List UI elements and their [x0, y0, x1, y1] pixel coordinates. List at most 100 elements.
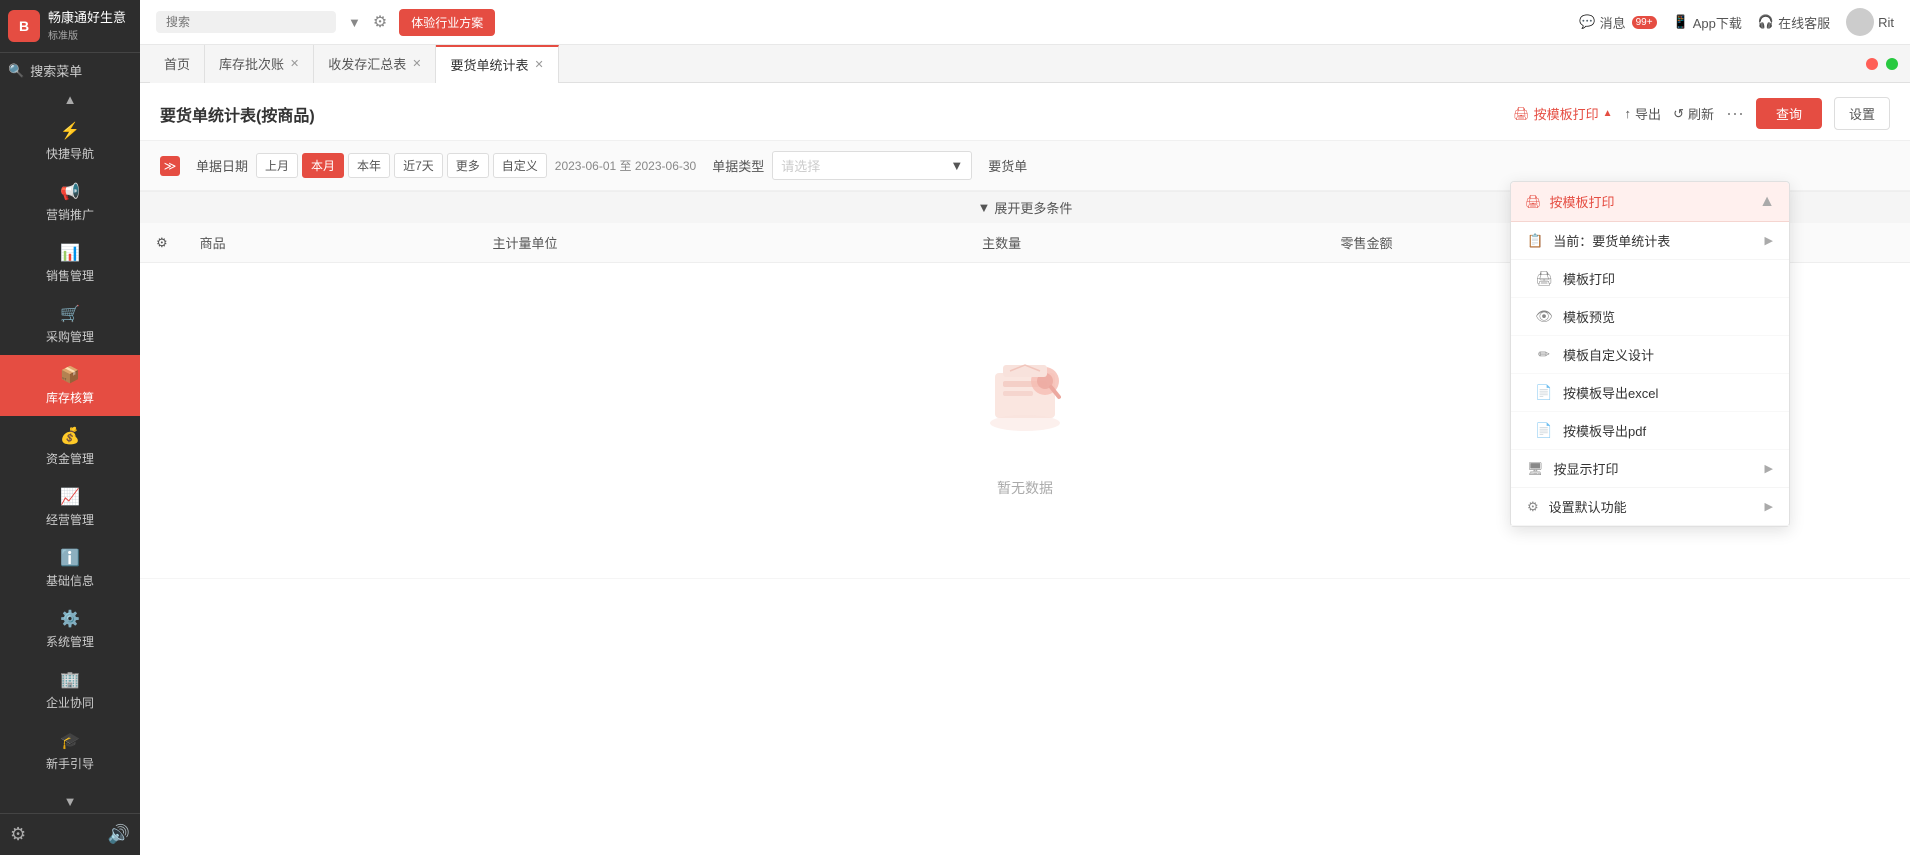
message-icon: 💬 [1579, 14, 1595, 30]
current-item-icon: 📋 [1527, 233, 1543, 249]
sidebar-item-system[interactable]: ⚙️ 系统管理 [0, 599, 140, 660]
dropdown-sub-left: 📋 当前：要货单统计表 [1527, 231, 1670, 250]
app-download-item[interactable]: 📱 App下载 [1673, 13, 1742, 32]
dropdown-arrow-icon[interactable]: ▼ [348, 15, 361, 30]
logo-icon: B [8, 10, 40, 42]
th-goods: 商品 [184, 223, 477, 263]
chevron-right-icon: ▶ [1765, 462, 1773, 475]
goods-label: 要货单 [988, 156, 1027, 175]
window-max-btn[interactable] [1886, 58, 1898, 70]
enterprise-icon: 🏢 [60, 670, 80, 690]
date-btn-last-7[interactable]: 近7天 [394, 153, 443, 178]
window-close-btn[interactable] [1866, 58, 1878, 70]
sidebar-item-finance[interactable]: 💰 资金管理 [0, 416, 140, 477]
scroll-up-btn[interactable]: ▲ [0, 88, 140, 111]
industry-btn[interactable]: 体验行业方案 [399, 9, 495, 36]
tab-home[interactable]: 首页 [150, 45, 205, 83]
dropdown-item-template-print[interactable]: 🖨 模板打印 [1511, 260, 1789, 298]
dropdown-item-template-preview[interactable]: 👁 模板预览 [1511, 298, 1789, 336]
sidebar-item-label: 新手引导 [46, 755, 94, 772]
search-label: 搜索菜单 [30, 61, 82, 80]
expand-more-icon: ▼ [978, 200, 991, 215]
dropdown-item-template-design[interactable]: ✏ 模板自定义设计 [1511, 336, 1789, 374]
goods-filter-group: 要货单 [988, 156, 1027, 175]
sidebar-item-operation[interactable]: 📈 经营管理 [0, 477, 140, 538]
preview-icon: 👁 [1535, 308, 1553, 325]
date-filter-group: 单据日期 上月 本月 本年 近7天 更多 自定义 2023-06-01 至 20… [196, 153, 696, 178]
chevron-right-icon: ▶ [1765, 234, 1773, 247]
dropdown-item-export-excel[interactable]: 📄 按模板导出excel [1511, 374, 1789, 412]
filter-expand-icon-btn[interactable]: ≫ [160, 156, 180, 176]
excel-icon: 📄 [1535, 384, 1553, 401]
refresh-btn[interactable]: ↺ 刷新 [1673, 104, 1714, 123]
order-type-filter-group: 单据类型 请选择 ▼ [712, 151, 972, 180]
current-label: 当前：要货单统计表 [1553, 231, 1670, 250]
pdf-icon: 📄 [1535, 422, 1553, 439]
tab-receivable-summary[interactable]: 收发存汇总表 ✕ [314, 45, 436, 83]
sidebar-nav: ⚡ 快捷导航 📢 营销推广 📊 销售管理 🛒 采购管理 📦 库存核算 💰 资金管… [0, 111, 140, 790]
tab-order-summary[interactable]: 要货单统计表 ✕ [436, 45, 558, 83]
sidebar-item-enterprise[interactable]: 🏢 企业协同 [0, 660, 140, 721]
sidebar-item-quick-nav[interactable]: ⚡ 快捷导航 [0, 111, 140, 172]
main-area: ▼ ⚙ 体验行业方案 💬 消息 99+ 📱 App下载 🎧 在线客服 Rit [140, 0, 1910, 855]
dropdown-sub-default-fn[interactable]: ⚙ 设置默认功能 ▶ [1511, 488, 1789, 526]
search-input[interactable] [156, 11, 336, 33]
sidebar-item-basic[interactable]: ℹ️ 基础信息 [0, 538, 140, 599]
phone-icon: 📱 [1673, 14, 1689, 30]
dropdown-close-btn[interactable]: ▲ [1759, 193, 1775, 211]
chevron-right-icon: ▶ [1765, 500, 1773, 513]
close-icon[interactable]: ✕ [535, 58, 544, 71]
page-header: 要货单统计表(按商品) 🖨 按模板打印 ▲ ↑ 导出 ↺ 刷新 ··· 查询 设… [140, 83, 1910, 141]
sidebar-search[interactable]: 🔍 搜索菜单 [0, 53, 140, 88]
sub-label: 按显示打印 [1554, 459, 1619, 478]
sidebar-item-appstore[interactable]: 🔲 应用中心 [0, 782, 140, 790]
app-download-label: App下载 [1693, 13, 1742, 32]
dropdown-sub-display-print[interactable]: 🖥 按显示打印 ▶ [1511, 450, 1789, 488]
sidebar-item-label: 营销推广 [46, 206, 94, 223]
template-print-btn[interactable]: 🖨 按模板打印 ▲ [1513, 104, 1612, 123]
sidebar-item-newbie[interactable]: 🎓 新手引导 [0, 721, 140, 782]
finance-icon: 💰 [60, 426, 80, 446]
more-icon[interactable]: ··· [1726, 103, 1744, 124]
tab-label: 首页 [164, 54, 190, 73]
order-type-select[interactable]: 请选择 ▼ [772, 151, 972, 180]
date-btn-prev-month[interactable]: 上月 [256, 153, 298, 178]
export-btn[interactable]: ↑ 导出 [1625, 104, 1662, 123]
logo-badge: 标准版 [48, 27, 126, 42]
date-btn-more[interactable]: 更多 [447, 153, 489, 178]
sidebar-item-label: 快捷导航 [46, 145, 94, 162]
online-service-item[interactable]: 🎧 在线客服 [1758, 13, 1830, 32]
user-avatar-item[interactable]: Rit [1846, 8, 1894, 36]
th-settings[interactable]: ⚙ [140, 223, 184, 263]
close-icon[interactable]: ✕ [412, 57, 421, 70]
settings-icon[interactable]: ⚙ [10, 824, 26, 845]
sidebar-item-inventory[interactable]: 📦 库存核算 [0, 355, 140, 416]
messages-item[interactable]: 💬 消息 99+ [1579, 13, 1656, 32]
quick-nav-icon: ⚡ [60, 121, 80, 141]
settings-btn[interactable]: 设置 [1834, 97, 1890, 130]
date-btn-this-year[interactable]: 本年 [348, 153, 390, 178]
purchase-icon: 🛒 [60, 304, 80, 324]
dropdown-sub-left: ⚙ 设置默认功能 [1527, 497, 1627, 516]
tab-inventory-batch[interactable]: 库存批次账 ✕ [205, 45, 314, 83]
export-icon: ↑ [1625, 106, 1632, 121]
sidebar-item-sales[interactable]: 📊 销售管理 [0, 233, 140, 294]
dropdown-header: 🖨 按模板打印 ▲ [1511, 182, 1789, 222]
date-btn-this-month[interactable]: 本月 [302, 153, 344, 178]
page-title: 要货单统计表(按商品) [160, 102, 315, 126]
chevron-up-icon: ▲ [1603, 108, 1613, 119]
query-btn[interactable]: 查询 [1756, 98, 1822, 129]
avatar [1846, 8, 1874, 36]
empty-illustration [975, 343, 1075, 462]
sidebar-item-purchase[interactable]: 🛒 采购管理 [0, 294, 140, 355]
display-print-icon: 🖥 [1527, 461, 1544, 477]
date-btn-custom[interactable]: 自定义 [493, 153, 547, 178]
settings-gear-icon[interactable]: ⚙ [373, 12, 387, 32]
speaker-icon[interactable]: 🔊 [108, 824, 130, 845]
scroll-down-btn[interactable]: ▼ [0, 790, 140, 813]
sidebar-item-marketing[interactable]: 📢 营销推广 [0, 172, 140, 233]
dropdown-item-export-pdf[interactable]: 📄 按模板导出pdf [1511, 412, 1789, 450]
column-settings-icon[interactable]: ⚙ [156, 235, 168, 250]
dropdown-current-item[interactable]: 📋 当前：要货单统计表 ▶ [1511, 222, 1789, 260]
close-icon[interactable]: ✕ [290, 57, 299, 70]
